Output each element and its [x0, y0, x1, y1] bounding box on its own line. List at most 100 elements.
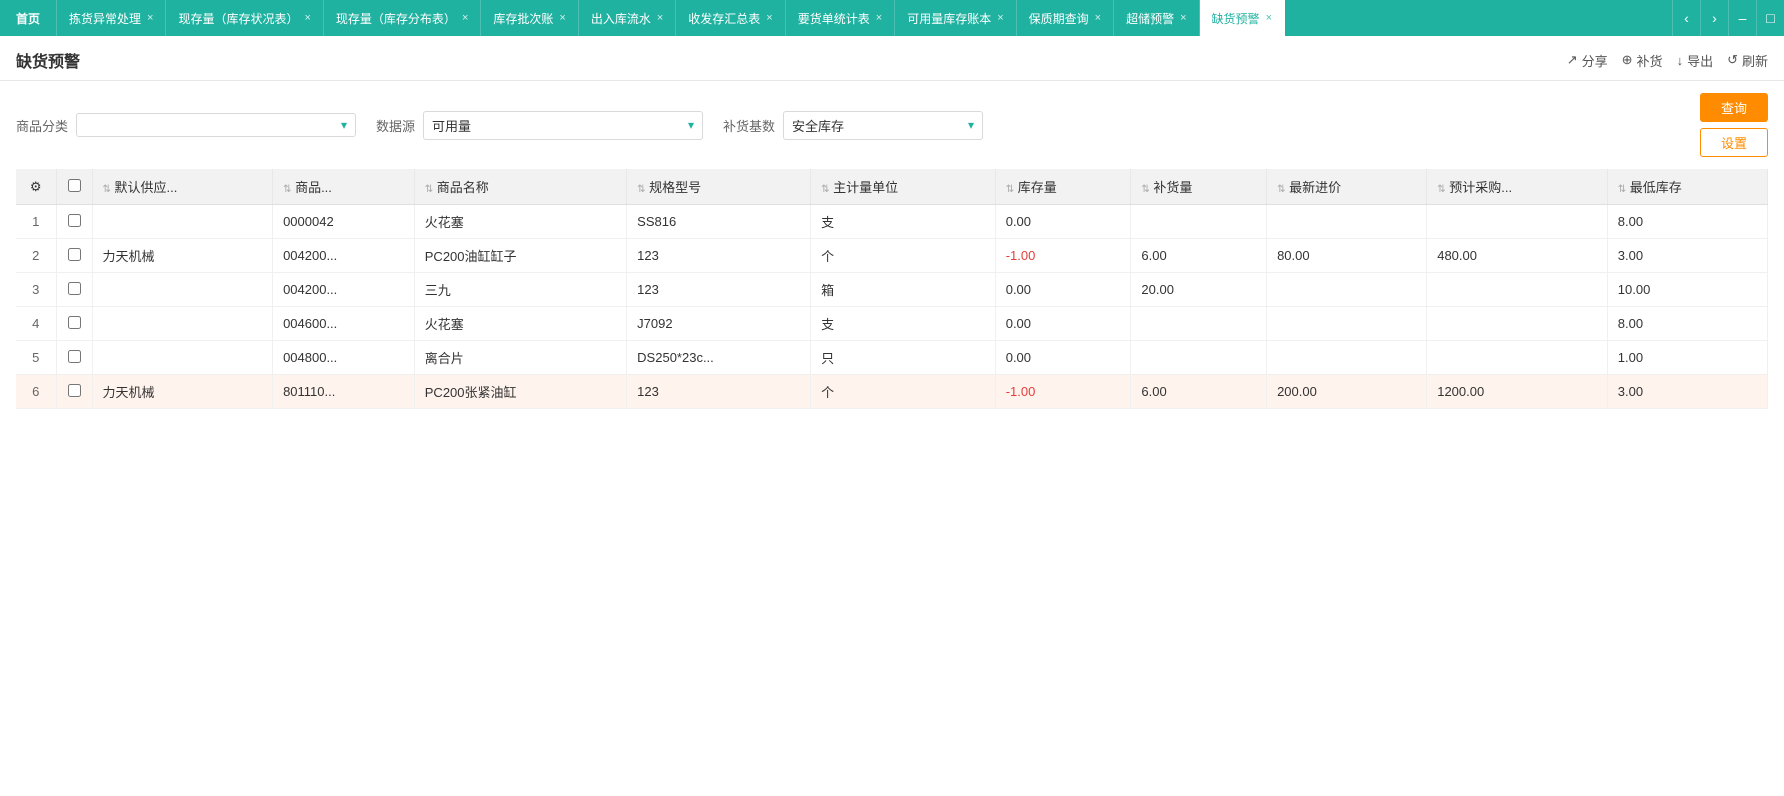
tab-close-icon[interactable]: × [997, 12, 1003, 24]
tab-item-10[interactable]: 超储预警× [1114, 0, 1199, 36]
col-default-supplier[interactable]: ⇅ 默认供应... [92, 169, 273, 205]
share-button[interactable]: ↗ 分享 [1567, 51, 1608, 70]
replenish-base-filter-group: 补货基数 安全库存 ▾ [723, 111, 983, 140]
row-min-stock: 8.00 [1607, 307, 1767, 341]
tab-close-icon[interactable]: × [559, 12, 565, 24]
datasource-select[interactable]: 可用量 ▾ [423, 111, 703, 140]
col-product-code[interactable]: ⇅ 商品... [273, 169, 415, 205]
row-product-code: 004200... [273, 239, 415, 273]
tab-item-4[interactable]: 库存批次账× [481, 0, 578, 36]
row-checkbox-cell[interactable] [56, 205, 92, 239]
row-spec: 123 [627, 375, 811, 409]
tab-item-9[interactable]: 保质期查询× [1017, 0, 1114, 36]
col-settings[interactable]: ⚙ [16, 169, 56, 205]
row-estimated-purchase [1427, 273, 1608, 307]
datasource-value: 可用量 [432, 116, 471, 135]
tab-item-7[interactable]: 要货单统计表× [786, 0, 895, 36]
col-unit[interactable]: ⇅ 主计量单位 [811, 169, 996, 205]
row-stock-qty: 0.00 [995, 307, 1131, 341]
row-checkbox-cell[interactable] [56, 307, 92, 341]
row-checkbox-cell[interactable] [56, 341, 92, 375]
row-checkbox[interactable] [68, 282, 81, 295]
row-number: 3 [16, 273, 56, 307]
row-product-code: 0000042 [273, 205, 415, 239]
tab-item-3[interactable]: 现存量（库存分布表）× [324, 0, 481, 36]
tab-close-icon[interactable]: × [876, 12, 882, 24]
row-checkbox[interactable] [68, 316, 81, 329]
tab-next-button[interactable]: › [1700, 0, 1728, 36]
row-checkbox[interactable] [68, 214, 81, 227]
row-unit: 支 [811, 307, 996, 341]
row-checkbox[interactable] [68, 384, 81, 397]
tab-close-icon[interactable]: × [657, 12, 663, 24]
row-product-code: 004800... [273, 341, 415, 375]
tab-close-icon[interactable]: × [147, 12, 153, 24]
tab-item-1[interactable]: 拣货异常处理× [57, 0, 166, 36]
tab-maximize-button[interactable]: □ [1756, 0, 1784, 36]
row-unit: 个 [811, 375, 996, 409]
table-row: 4 004600... 火花塞 J7092 支 0.00 8.00 [16, 307, 1768, 341]
col-latest-price[interactable]: ⇅ 最新进价 [1267, 169, 1427, 205]
row-replenish-qty: 6.00 [1131, 239, 1267, 273]
table-row: 5 004800... 离合片 DS250*23c... 只 0.00 1.00 [16, 341, 1768, 375]
tab-item-2[interactable]: 现存量（库存状况表）× [166, 0, 323, 36]
col-product-name[interactable]: ⇅ 商品名称 [414, 169, 626, 205]
row-checkbox[interactable] [68, 350, 81, 363]
tab-item-11[interactable]: 缺货预警× [1200, 0, 1285, 36]
col-estimated-purchase[interactable]: ⇅ 预计采购... [1427, 169, 1608, 205]
sort-icon6: ⇅ [1006, 184, 1014, 195]
tab-item-0[interactable]: 首页 [0, 0, 57, 36]
replenish-base-select[interactable]: 安全库存 ▾ [783, 111, 983, 140]
row-number: 2 [16, 239, 56, 273]
sort-icon2: ⇅ [283, 184, 291, 195]
tab-bar: 首页拣货异常处理×现存量（库存状况表）×现存量（库存分布表）×库存批次账×出入库… [0, 0, 1784, 36]
col-min-stock[interactable]: ⇅ 最低库存 [1607, 169, 1767, 205]
replenish-button[interactable]: ⊕ 补货 [1622, 51, 1663, 70]
row-checkbox-cell[interactable] [56, 273, 92, 307]
row-number: 4 [16, 307, 56, 341]
row-checkbox[interactable] [68, 248, 81, 261]
row-replenish-qty [1131, 341, 1267, 375]
tab-label: 出入库流水 [591, 10, 651, 27]
tab-close-icon[interactable]: × [1095, 12, 1101, 24]
sort-icon8: ⇅ [1277, 184, 1285, 195]
page-content: 缺货预警 ↗ 分享 ⊕ 补货 ↓ 导出 ↺ 刷新 商品分类 [0, 36, 1784, 796]
replenish-base-label: 补货基数 [723, 116, 775, 135]
tab-prev-button[interactable]: ‹ [1672, 0, 1700, 36]
col-spec[interactable]: ⇅ 规格型号 [627, 169, 811, 205]
tab-close-icon[interactable]: × [304, 12, 310, 24]
tab-close-icon[interactable]: × [462, 12, 468, 24]
settings-button[interactable]: 设置 [1700, 128, 1768, 157]
query-button[interactable]: 查询 [1700, 93, 1768, 122]
row-stock-qty: 0.00 [995, 205, 1131, 239]
tab-item-8[interactable]: 可用量库存账本× [895, 0, 1016, 36]
table-row: 6 力天机械 801110... PC200张紧油缸 123 个 -1.00 6… [16, 375, 1768, 409]
col-stock-qty[interactable]: ⇅ 库存量 [995, 169, 1131, 205]
tab-close-icon[interactable]: × [1180, 12, 1186, 24]
table-row: 3 004200... 三九 123 箱 0.00 20.00 10.00 [16, 273, 1768, 307]
export-button[interactable]: ↓ 导出 [1677, 51, 1714, 70]
category-select[interactable]: ▾ [76, 113, 356, 137]
replenish-label: 补货 [1637, 51, 1663, 70]
datasource-label: 数据源 [376, 116, 415, 135]
tab-close-icon[interactable]: × [766, 12, 772, 24]
tab-item-5[interactable]: 出入库流水 × [579, 0, 676, 36]
refresh-button[interactable]: ↺ 刷新 [1727, 51, 1768, 70]
row-number: 6 [16, 375, 56, 409]
row-unit: 个 [811, 239, 996, 273]
row-stock-qty: -1.00 [995, 375, 1131, 409]
select-all-checkbox[interactable] [68, 179, 81, 192]
share-icon: ↗ [1567, 52, 1578, 68]
row-latest-price [1267, 205, 1427, 239]
row-product-name: 离合片 [414, 341, 626, 375]
row-latest-price [1267, 273, 1427, 307]
tab-close-icon[interactable]: × [1266, 12, 1272, 24]
sort-icon: ⇅ [103, 184, 111, 195]
col-replenish-qty[interactable]: ⇅ 补货量 [1131, 169, 1267, 205]
row-spec: 123 [627, 273, 811, 307]
sort-icon3: ⇅ [425, 184, 433, 195]
tab-item-6[interactable]: 收发存汇总表× [676, 0, 785, 36]
tab-minimize-button[interactable]: – [1728, 0, 1756, 36]
row-checkbox-cell[interactable] [56, 375, 92, 409]
row-checkbox-cell[interactable] [56, 239, 92, 273]
